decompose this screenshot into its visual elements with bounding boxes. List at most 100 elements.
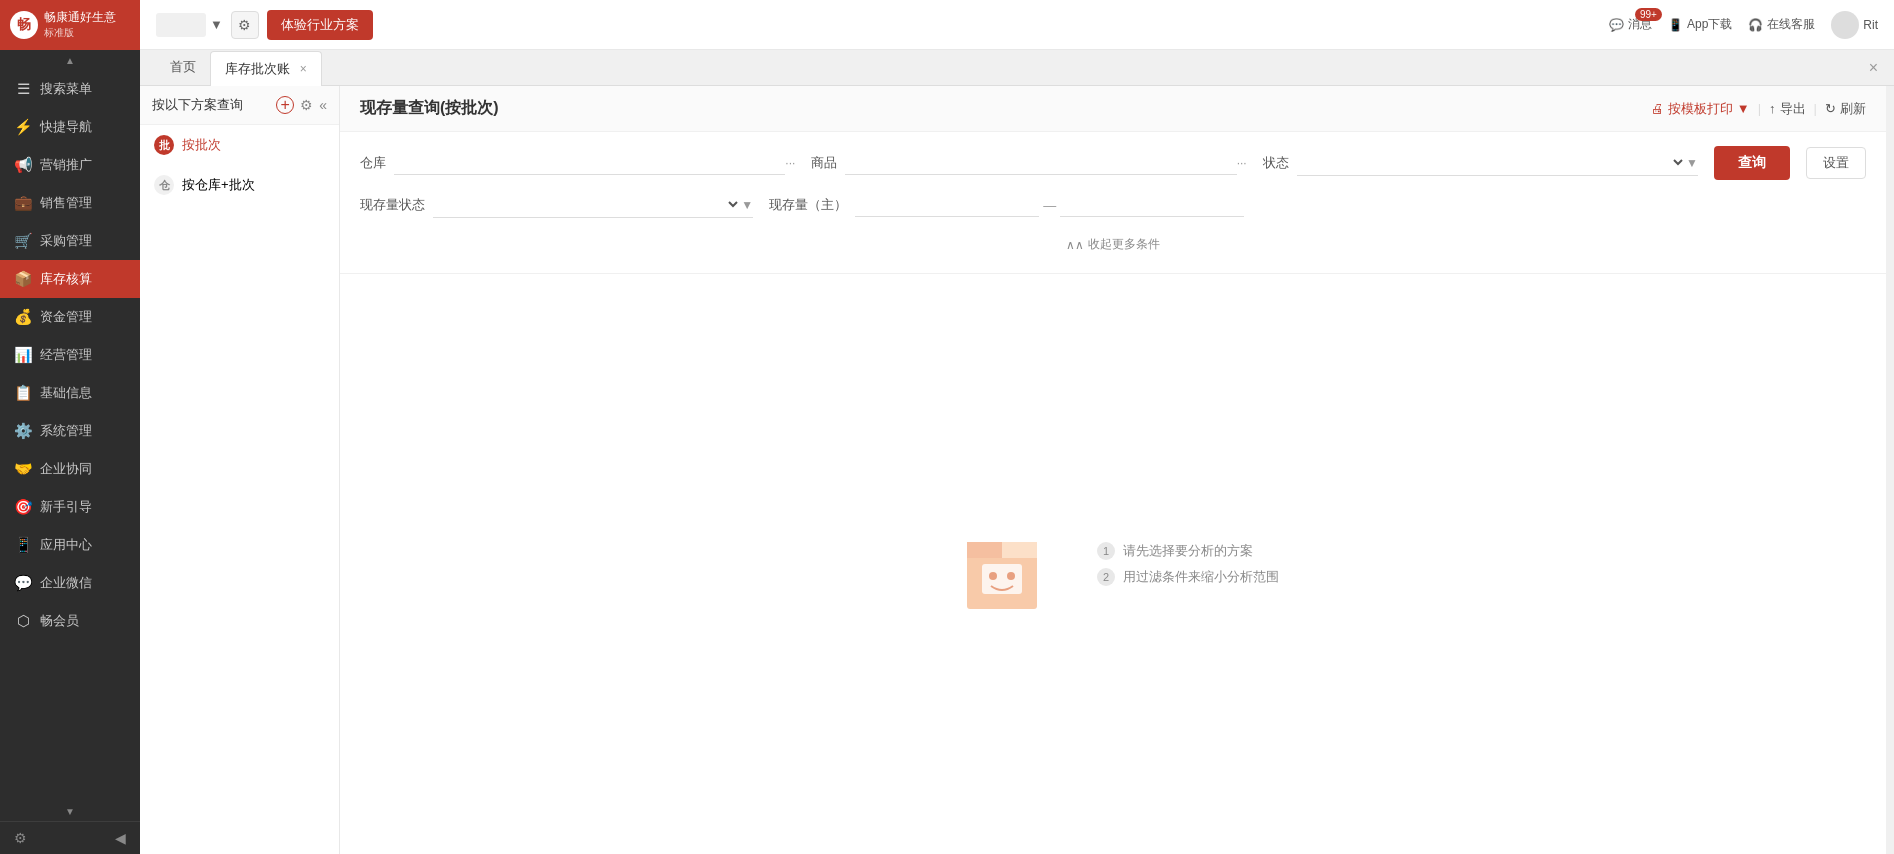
scheme-panel-header: 按以下方案查询 + ⚙ « (140, 86, 339, 125)
empty-tip-2: 2 用过滤条件来缩小分析范围 (1097, 568, 1279, 586)
sidebar-collapse-icon[interactable]: ◀ (115, 830, 126, 846)
collapse-more-btn[interactable]: ∧∧ 收起更多条件 (360, 230, 1866, 259)
app-download-btn[interactable]: 📱 App下载 (1668, 16, 1732, 33)
search-nav-icon: ☰ (14, 80, 32, 98)
sidebar-item-wechat[interactable]: 💬 企业微信 (0, 564, 140, 602)
sidebar-item-system[interactable]: ⚙️ 系统管理 (0, 412, 140, 450)
query-btn[interactable]: 查询 (1714, 146, 1790, 180)
guide-nav-icon: 🎯 (14, 498, 32, 516)
sidebar-item-marketing[interactable]: 📢 营销推广 (0, 146, 140, 184)
basic-nav-icon: 📋 (14, 384, 32, 402)
warehouse-input[interactable] (394, 151, 785, 175)
tabbar: 首页 库存批次账 × × (140, 50, 1894, 86)
sidebar-item-finance[interactable]: 💰 资金管理 (0, 298, 140, 336)
filter-stock-main: 现存量（主） — (769, 193, 1244, 217)
close-all-tabs-btn[interactable]: × (1869, 59, 1878, 77)
status-select[interactable] (1297, 150, 1686, 175)
stock-main-label: 现存量（主） (769, 196, 847, 214)
scheme-item-by-batch-icon: 批 (154, 135, 174, 155)
svg-marker-2 (967, 542, 1002, 558)
tab-close-icon[interactable]: × (300, 62, 307, 76)
nav-controls: ▼ (156, 13, 223, 37)
print-btn[interactable]: 🖨 按模板打印 ▼ (1651, 100, 1750, 118)
apps-nav-icon: 📱 (14, 536, 32, 554)
main-area: ▼ ⚙ 体验行业方案 💬 消息 99+ 📱 App下载 🎧 在线客服 Rit (140, 0, 1894, 854)
stock-main-dash: — (1039, 198, 1060, 213)
stock-status-label: 现存量状态 (360, 196, 425, 214)
sidebar-item-purchase[interactable]: 🛒 采购管理 (0, 222, 140, 260)
user-profile-btn[interactable]: Rit (1831, 11, 1878, 39)
topbar-right: 💬 消息 99+ 📱 App下载 🎧 在线客服 Rit (1609, 11, 1878, 39)
scheme-item-by-warehouse-batch[interactable]: 仓 按仓库+批次 (140, 165, 339, 205)
online-service-btn[interactable]: 🎧 在线客服 (1748, 16, 1815, 33)
goods-more-btn[interactable]: ··· (1237, 156, 1247, 170)
status-label: 状态 (1263, 154, 1289, 172)
sidebar-item-search[interactable]: ☰ 搜索菜单 (0, 70, 140, 108)
sidebar-item-guide[interactable]: 🎯 新手引导 (0, 488, 140, 526)
sidebar-footer: ⚙ ◀ (0, 821, 140, 854)
tab-inventory-batch[interactable]: 库存批次账 × (210, 51, 322, 86)
refresh-btn[interactable]: ↻ 刷新 (1825, 100, 1866, 118)
page-actions: 🖨 按模板打印 ▼ | ↑ 导出 | ↻ 刷新 (1651, 100, 1866, 118)
right-scrollbar[interactable] (1886, 86, 1894, 854)
tab-home[interactable]: 首页 (156, 50, 210, 86)
sidebar-item-member[interactable]: ⬡ 畅会员 (0, 602, 140, 640)
main-content: 现存量查询(按批次) 🖨 按模板打印 ▼ | ↑ 导出 | ↻ (340, 86, 1886, 854)
sidebar-item-basic[interactable]: 📋 基础信息 (0, 374, 140, 412)
purchase-nav-icon: 🛒 (14, 232, 32, 250)
topbar: ▼ ⚙ 体验行业方案 💬 消息 99+ 📱 App下载 🎧 在线客服 Rit (140, 0, 1894, 50)
goods-input[interactable] (845, 151, 1236, 175)
export-btn[interactable]: ↑ 导出 (1769, 100, 1806, 118)
topbar-settings-btn[interactable]: ⚙ (231, 11, 259, 39)
nav-dropdown-icon[interactable]: ▼ (210, 17, 223, 32)
filter-status: 状态 ▼ (1263, 150, 1698, 176)
user-avatar (1831, 11, 1859, 39)
svg-point-6 (1007, 572, 1015, 580)
export-icon: ↑ (1769, 101, 1776, 116)
settings-set-btn[interactable]: 设置 (1806, 147, 1866, 179)
print-dropdown-icon[interactable]: ▼ (1737, 101, 1750, 116)
divider-2: | (1814, 101, 1817, 116)
messages-btn[interactable]: 💬 消息 99+ (1609, 16, 1652, 33)
scheme-item-by-batch[interactable]: 批 按批次 (140, 125, 339, 165)
scheme-collapse-btn[interactable]: « (319, 97, 327, 113)
industry-solution-btn[interactable]: 体验行业方案 (267, 10, 373, 40)
finance-nav-icon: 💰 (14, 308, 32, 326)
sidebar-item-apps[interactable]: 📱 应用中心 (0, 526, 140, 564)
sidebar-item-collab[interactable]: 🤝 企业协同 (0, 450, 140, 488)
svg-point-5 (989, 572, 997, 580)
phone-icon: 📱 (1668, 18, 1683, 32)
scheme-add-btn[interactable]: + (276, 96, 294, 114)
sidebar-item-operation[interactable]: 📊 经营管理 (0, 336, 140, 374)
stock-main-from-input[interactable] (855, 193, 1039, 217)
scheme-settings-btn[interactable]: ⚙ (300, 97, 313, 113)
page-header: 现存量查询(按批次) 🖨 按模板打印 ▼ | ↑ 导出 | ↻ (340, 86, 1886, 132)
sidebar-nav: ☰ 搜索菜单 ⚡ 快捷导航 📢 营销推广 💼 销售管理 🛒 采购管理 📦 库存核… (0, 70, 140, 801)
status-dropdown[interactable]: ▼ (1297, 150, 1698, 176)
sidebar-item-inventory[interactable]: 📦 库存核算 (0, 260, 140, 298)
empty-state: 1 请先选择要分析的方案 2 用过滤条件来缩小分析范围 (340, 274, 1886, 854)
empty-tip-1: 1 请先选择要分析的方案 (1097, 542, 1279, 560)
headset-icon: 🎧 (1748, 18, 1763, 32)
stock-main-to-input[interactable] (1060, 193, 1244, 217)
warehouse-label: 仓库 (360, 154, 386, 172)
sidebar-scroll-up[interactable]: ▲ (0, 50, 140, 70)
inventory-nav-icon: 📦 (14, 270, 32, 288)
sidebar-scroll-down[interactable]: ▼ (0, 801, 140, 821)
sidebar-header: 畅 畅康通好生意 标准版 (0, 0, 140, 50)
system-nav-icon: ⚙️ (14, 422, 32, 440)
scheme-panel-actions: + ⚙ « (276, 96, 327, 114)
page-title: 现存量查询(按批次) (360, 98, 499, 119)
warehouse-more-btn[interactable]: ··· (785, 156, 795, 170)
stock-status-dropdown[interactable]: ▼ (433, 192, 753, 218)
quick-nav-icon: ⚡ (14, 118, 32, 136)
sidebar-settings-icon[interactable]: ⚙ (14, 830, 27, 846)
message-badge: 99+ (1635, 8, 1662, 21)
scheme-panel-title: 按以下方案查询 (152, 96, 243, 114)
sidebar-item-quick[interactable]: ⚡ 快捷导航 (0, 108, 140, 146)
sidebar-item-sales[interactable]: 💼 销售管理 (0, 184, 140, 222)
wechat-nav-icon: 💬 (14, 574, 32, 592)
stock-status-select[interactable] (433, 192, 741, 217)
nav-back-btn[interactable] (156, 13, 206, 37)
divider-1: | (1758, 101, 1761, 116)
